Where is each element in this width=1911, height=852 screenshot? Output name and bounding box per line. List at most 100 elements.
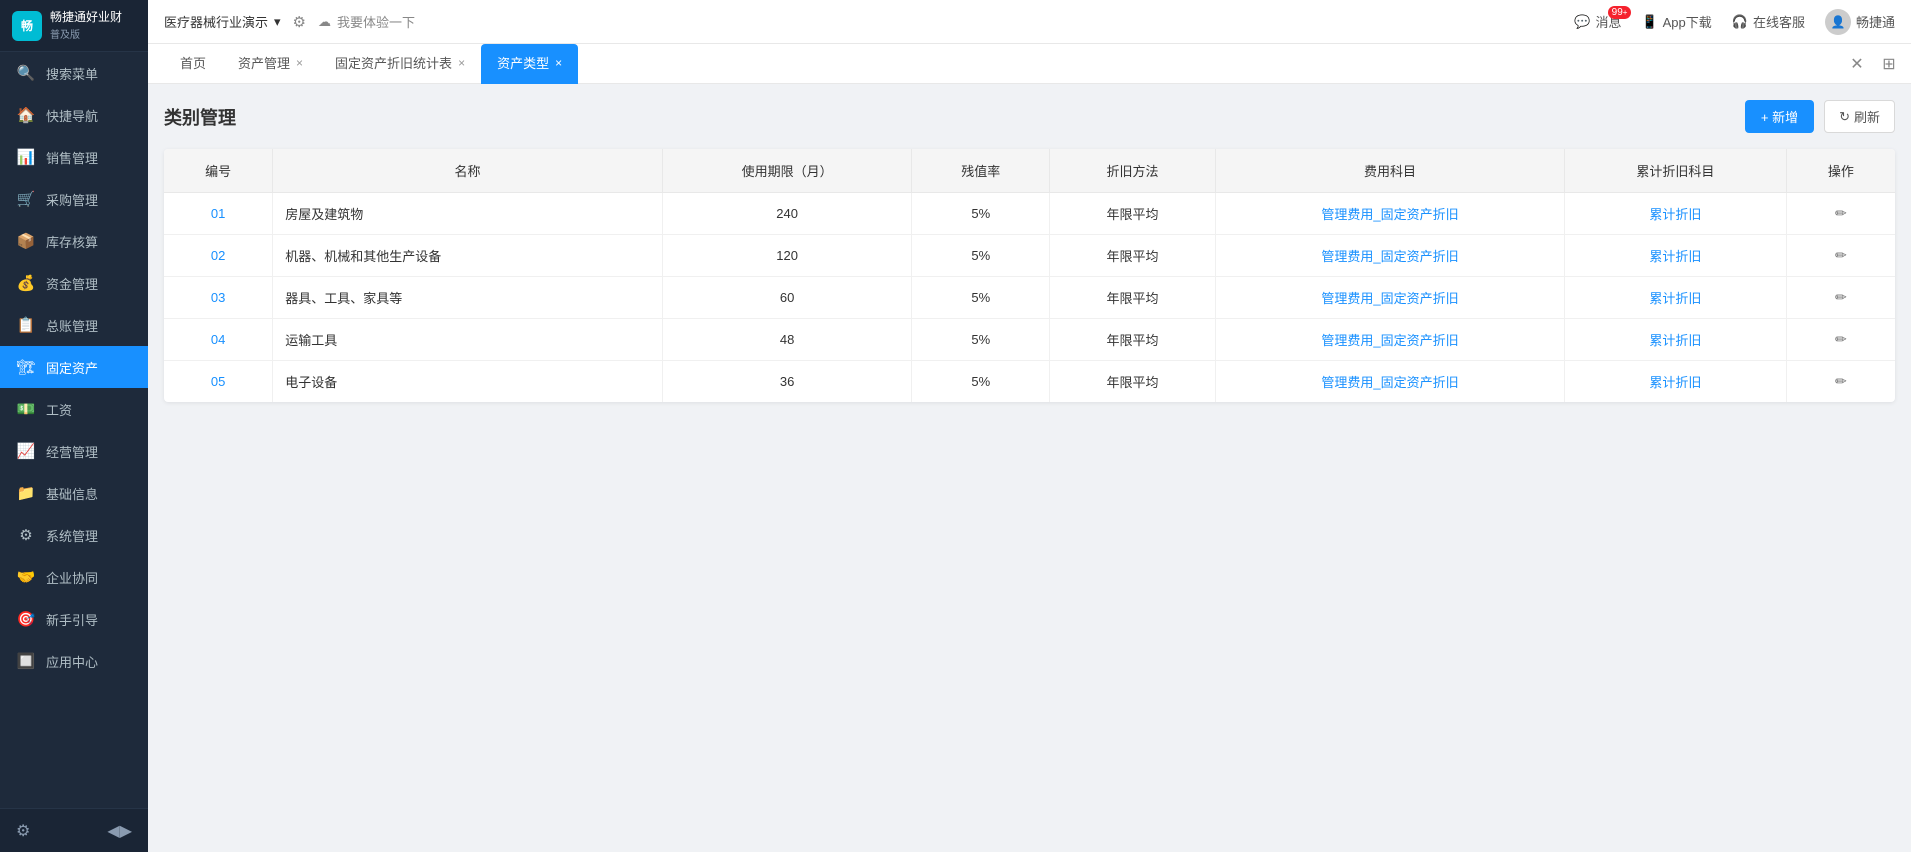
cell-code: 03 (164, 277, 273, 319)
sidebar-item-appcenter[interactable]: 🔲 应用中心 (0, 640, 148, 682)
purchase-icon: 🛒 (16, 189, 36, 209)
basicinfo-icon: 📁 (16, 483, 36, 503)
cell-expense: 管理费用_固定资产折旧 (1215, 235, 1564, 277)
cell-name: 运输工具 (273, 319, 663, 361)
col-method: 折旧方法 (1050, 149, 1216, 193)
edit-icon[interactable]: ✏ (1835, 289, 1847, 305)
tab-assetmgt[interactable]: 资产管理 × (222, 44, 319, 84)
tab-assettype-close[interactable]: × (555, 56, 562, 70)
sidebar-nav: 🔍 搜索菜单 🏠 快捷导航 📊 销售管理 🛒 采购管理 📦 库存核算 💰 资金管… (0, 52, 148, 808)
refresh-label: 刷新 (1854, 107, 1880, 126)
table-row: 05 电子设备 36 5% 年限平均 管理费用_固定资产折旧 累计折旧 ✏ (164, 361, 1895, 403)
message-action[interactable]: 💬 消息 99+ (1574, 12, 1621, 31)
page-header: 类别管理 + 新增 ↻ 刷新 (164, 100, 1895, 133)
tab-assettype-label: 资产类型 (497, 53, 549, 72)
sidebar-item-label: 资金管理 (46, 274, 98, 293)
maximize-btn[interactable]: ⊞ (1877, 52, 1901, 76)
cell-action[interactable]: ✏ (1786, 277, 1895, 319)
sidebar: 畅 畅捷通好业财 普及版 🔍 搜索菜单 🏠 快捷导航 📊 销售管理 🛒 采购管理… (0, 0, 148, 852)
chevron-down-icon: ▾ (274, 14, 281, 30)
sidebar-item-ledger[interactable]: 📋 总账管理 (0, 304, 148, 346)
cell-method: 年限平均 (1050, 277, 1216, 319)
message-icon: 💬 (1574, 14, 1590, 30)
cell-residual: 5% (912, 277, 1050, 319)
appdownload-action[interactable]: 📱 App下载 (1641, 12, 1711, 31)
tab-home[interactable]: 首页 (164, 44, 222, 84)
sidebar-item-basicinfo[interactable]: 📁 基础信息 (0, 472, 148, 514)
cell-expense: 管理费用_固定资产折旧 (1215, 319, 1564, 361)
cell-expense: 管理费用_固定资产折旧 (1215, 277, 1564, 319)
sidebar-item-fixedasset[interactable]: 🏗 固定资产 (0, 346, 148, 388)
sidebar-item-label: 销售管理 (46, 148, 98, 167)
tab-depreport-close[interactable]: × (458, 56, 465, 70)
close-tab-btn[interactable]: ✕ (1845, 52, 1869, 76)
collapse-icon[interactable]: ◀▶ (107, 821, 132, 841)
sidebar-item-inventory[interactable]: 📦 库存核算 (0, 220, 148, 262)
experience-btn[interactable]: ☁ 我要体验一下 (318, 12, 415, 31)
new-button[interactable]: + 新增 (1745, 100, 1814, 133)
sidebar-item-purchase[interactable]: 🛒 采购管理 (0, 178, 148, 220)
refresh-button[interactable]: ↻ 刷新 (1824, 100, 1895, 133)
sidebar-item-newguide[interactable]: 🎯 新手引导 (0, 598, 148, 640)
table-row: 04 运输工具 48 5% 年限平均 管理费用_固定资产折旧 累计折旧 ✏ (164, 319, 1895, 361)
cell-method: 年限平均 (1050, 193, 1216, 235)
col-accum: 累计折旧科目 (1565, 149, 1787, 193)
service-action[interactable]: 🎧 在线客服 (1732, 12, 1805, 31)
edit-icon[interactable]: ✏ (1835, 247, 1847, 263)
cell-action[interactable]: ✏ (1786, 235, 1895, 277)
col-action: 操作 (1786, 149, 1895, 193)
cell-name: 电子设备 (273, 361, 663, 403)
cell-code: 05 (164, 361, 273, 403)
cell-residual: 5% (912, 193, 1050, 235)
sidebar-item-sales[interactable]: 📊 销售管理 (0, 136, 148, 178)
search-icon: 🔍 (16, 63, 36, 83)
cell-code: 01 (164, 193, 273, 235)
tab-assettype[interactable]: 资产类型 × (481, 44, 578, 84)
category-table: 编号 名称 使用期限（月） 残值率 折旧方法 费用科目 累计折旧科目 操作 01… (164, 149, 1895, 402)
logo-icon: 畅 (12, 11, 42, 41)
cell-action[interactable]: ✏ (1786, 193, 1895, 235)
tab-depreport[interactable]: 固定资产折旧统计表 × (319, 44, 481, 84)
sidebar-item-capital[interactable]: 💰 资金管理 (0, 262, 148, 304)
cell-residual: 5% (912, 319, 1050, 361)
sidebar-item-label: 库存核算 (46, 232, 98, 251)
user-action[interactable]: 👤 畅捷通 (1825, 9, 1895, 35)
sidebar-item-system[interactable]: ⚙ 系统管理 (0, 514, 148, 556)
settings-gear-icon[interactable]: ⚙ (293, 13, 306, 31)
appcenter-icon: 🔲 (16, 651, 36, 671)
col-code: 编号 (164, 149, 273, 193)
sales-icon: 📊 (16, 147, 36, 167)
col-name: 名称 (273, 149, 663, 193)
cell-period: 120 (662, 235, 912, 277)
table-row: 03 器具、工具、家具等 60 5% 年限平均 管理费用_固定资产折旧 累计折旧… (164, 277, 1895, 319)
tabsbar-controls: ✕ ⊞ (1845, 52, 1901, 76)
user-avatar: 👤 (1825, 9, 1851, 35)
sidebar-item-label: 搜索菜单 (46, 64, 98, 83)
tab-depreport-label: 固定资产折旧统计表 (335, 53, 452, 72)
sidebar-item-search[interactable]: 🔍 搜索菜单 (0, 52, 148, 94)
sidebar-item-operations[interactable]: 📈 经营管理 (0, 430, 148, 472)
tab-assetmgt-close[interactable]: × (296, 56, 303, 70)
sidebar-item-label: 经营管理 (46, 442, 98, 461)
newguide-icon: 🎯 (16, 609, 36, 629)
sidebar-item-enterprise[interactable]: 🤝 企业协同 (0, 556, 148, 598)
appdownload-label: App下载 (1663, 12, 1712, 31)
service-label: 在线客服 (1753, 12, 1805, 31)
topbar: 医疗器械行业演示 ▾ ⚙ ☁ 我要体验一下 💬 消息 99+ 📱 App下载 🎧… (148, 0, 1911, 44)
cell-action[interactable]: ✏ (1786, 361, 1895, 403)
sidebar-item-salary[interactable]: 💵 工资 (0, 388, 148, 430)
edit-icon[interactable]: ✏ (1835, 205, 1847, 221)
topbar-right: 💬 消息 99+ 📱 App下载 🎧 在线客服 👤 畅捷通 (1574, 9, 1895, 35)
enterprise-icon: 🤝 (16, 567, 36, 587)
sidebar-item-label: 应用中心 (46, 652, 98, 671)
cell-action[interactable]: ✏ (1786, 319, 1895, 361)
edit-icon[interactable]: ✏ (1835, 373, 1847, 389)
message-badge: 99+ (1608, 6, 1632, 19)
sidebar-item-quicknav[interactable]: 🏠 快捷导航 (0, 94, 148, 136)
edit-icon[interactable]: ✏ (1835, 331, 1847, 347)
cell-expense: 管理费用_固定资产折旧 (1215, 361, 1564, 403)
sidebar-item-label: 新手引导 (46, 610, 98, 629)
sidebar-item-label: 快捷导航 (46, 106, 98, 125)
company-selector[interactable]: 医疗器械行业演示 ▾ (164, 12, 281, 31)
settings-icon[interactable]: ⚙ (16, 821, 30, 841)
